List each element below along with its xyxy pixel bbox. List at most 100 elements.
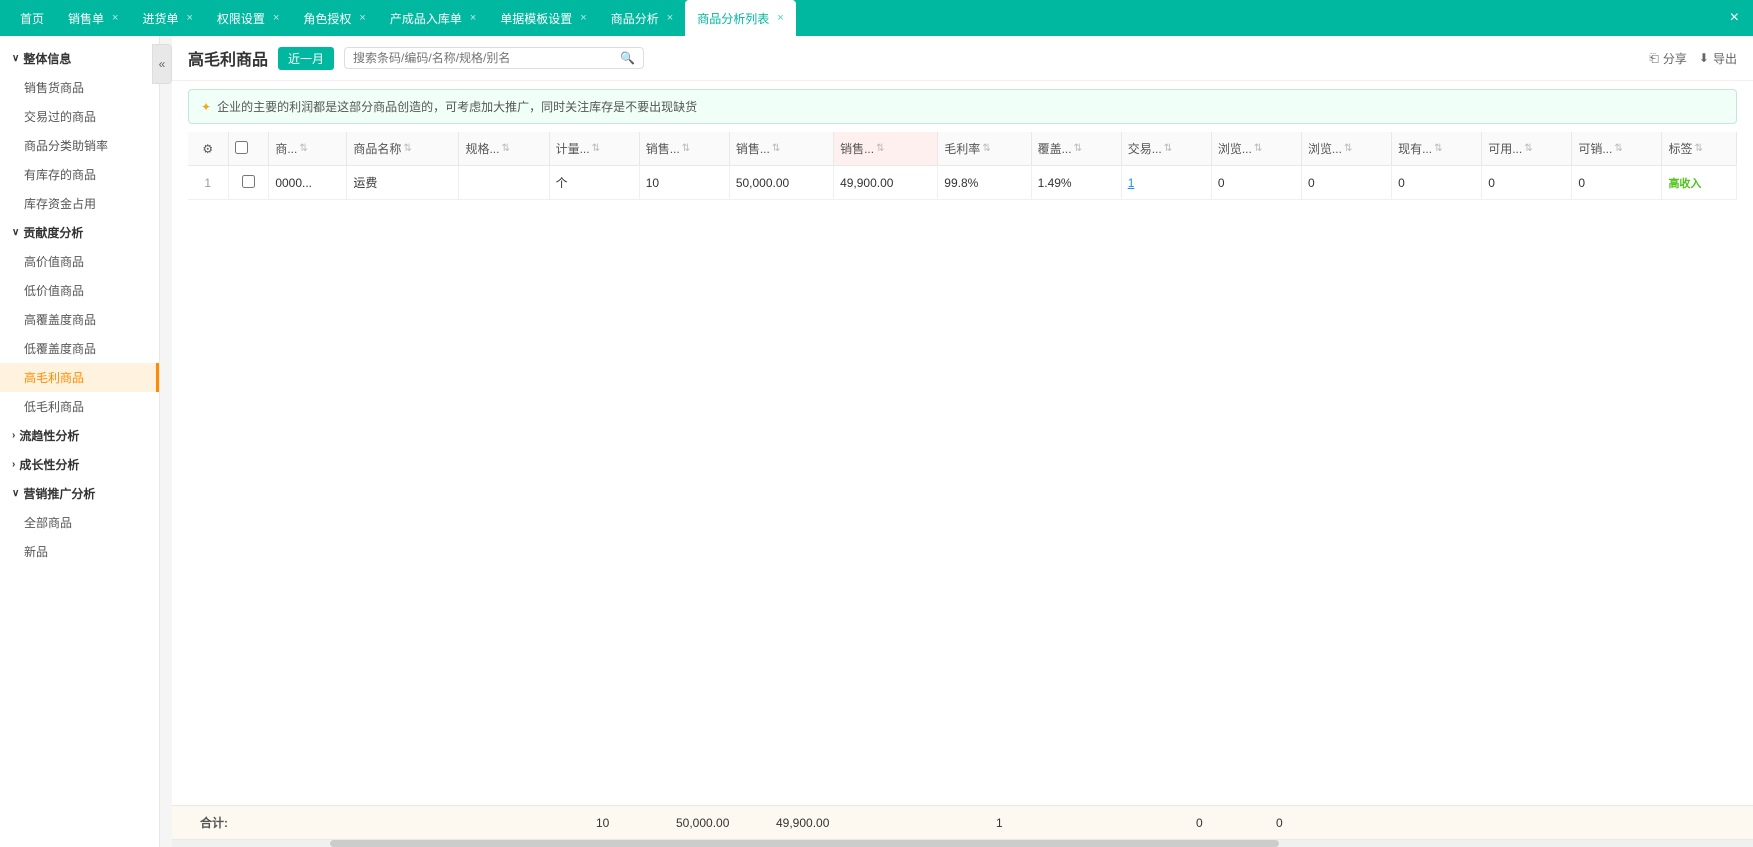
sort-icon-view2: ⇅ xyxy=(1344,143,1352,154)
footer-trade: 1 xyxy=(990,816,1070,830)
data-table: ⚙ 商... ⇅ 商品名称 xyxy=(188,132,1737,200)
top-navigation: 首页 销售单 × 进货单 × 权限设置 × 角色授权 × 产成品入库单 × 单据… xyxy=(0,0,1753,36)
sidebar-group-contribution[interactable]: ∨ 贡献度分析 xyxy=(0,218,159,247)
info-icon: ✦ xyxy=(201,100,211,114)
col-sellable[interactable]: 可销... ⇅ xyxy=(1572,132,1662,166)
col-sales-qty[interactable]: 销售... ⇅ xyxy=(639,132,729,166)
col-sales-amt[interactable]: 销售... ⇅ xyxy=(729,132,833,166)
nav-home[interactable]: 首页 xyxy=(8,0,56,36)
cell-name: 运费 xyxy=(347,166,459,200)
export-button[interactable]: ⬇ 导出 xyxy=(1699,50,1737,67)
sidebar-item-all-goods[interactable]: 全部商品 xyxy=(0,508,159,537)
nav-template-settings[interactable]: 单据模板设置 × xyxy=(488,0,598,36)
scroll-thumb[interactable] xyxy=(330,840,1279,847)
cell-view2: 0 xyxy=(1301,166,1391,200)
col-spec[interactable]: 规格... ⇅ xyxy=(459,132,549,166)
nav-close-role-auth[interactable]: × xyxy=(359,12,365,24)
sidebar-item-high-margin[interactable]: 高毛利商品 xyxy=(0,363,159,392)
cell-index: 1 xyxy=(188,166,228,200)
col-coverage[interactable]: 覆盖... ⇅ xyxy=(1031,132,1121,166)
sidebar-item-stock-capital[interactable]: 库存资金占用 xyxy=(0,189,159,218)
nav-purchase-order[interactable]: 进货单 × xyxy=(130,0,204,36)
sort-icon-current-stock: ⇅ xyxy=(1434,143,1442,154)
settings-icon[interactable]: ⚙ xyxy=(202,142,213,156)
sidebar-item-category-sales-rate[interactable]: 商品分类助销率 xyxy=(0,131,159,160)
cell-sellable: 0 xyxy=(1572,166,1662,200)
cell-spec xyxy=(459,166,549,200)
col-name[interactable]: 商品名称 ⇅ xyxy=(347,132,459,166)
cell-checkbox[interactable] xyxy=(228,166,269,200)
share-icon: ⎗ xyxy=(1649,51,1659,66)
cell-tag: 高收入 xyxy=(1662,166,1737,200)
nav-close-sales-order[interactable]: × xyxy=(112,12,118,24)
main-layout: ∨ 整体信息 销售货商品 交易过的商品 商品分类助销率 有库存的商品 库存资金占… xyxy=(0,36,1753,847)
col-view1[interactable]: 浏览... ⇅ xyxy=(1211,132,1301,166)
search-input[interactable] xyxy=(353,51,614,65)
sort-icon-sales-amt: ⇅ xyxy=(772,143,780,154)
cell-sales-qty: 10 xyxy=(639,166,729,200)
col-gross-margin[interactable]: 毛利率 ⇅ xyxy=(938,132,1031,166)
sort-icon-unit: ⇅ xyxy=(592,143,600,154)
footer-available: 0 xyxy=(1270,816,1350,830)
search-box: 🔍 xyxy=(344,47,644,69)
nav-close-purchase-order[interactable]: × xyxy=(186,12,192,24)
nav-product-analysis-list[interactable]: 商品分析列表 × xyxy=(685,0,795,36)
nav-close-product-analysis[interactable]: × xyxy=(667,12,673,24)
cell-unit: 个 xyxy=(549,166,639,200)
sidebar-group-overall[interactable]: ∨ 整体信息 xyxy=(0,44,159,73)
nav-permission-settings[interactable]: 权限设置 × xyxy=(205,0,291,36)
sort-icon-gross-margin: ⇅ xyxy=(982,143,990,154)
sidebar-group-trend[interactable]: › 流趋性分析 xyxy=(0,421,159,450)
row-checkbox[interactable] xyxy=(242,175,255,188)
share-button[interactable]: ⎗ 分享 xyxy=(1649,50,1687,67)
col-tag[interactable]: 标签 ⇅ xyxy=(1662,132,1737,166)
col-view2[interactable]: 浏览... ⇅ xyxy=(1301,132,1391,166)
footer-sales-qty: 10 xyxy=(590,816,670,830)
sidebar-group-marketing[interactable]: ∨ 营销推广分析 xyxy=(0,479,159,508)
nav-sales-order[interactable]: 销售单 × xyxy=(56,0,130,36)
select-all-checkbox[interactable] xyxy=(235,141,248,154)
page-title: 高毛利商品 xyxy=(188,46,268,70)
sidebar-item-high-value[interactable]: 高价值商品 xyxy=(0,247,159,276)
nav-close-template[interactable]: × xyxy=(580,12,586,24)
sort-icon-code: ⇅ xyxy=(299,143,307,154)
sidebar-item-new-goods[interactable]: 新品 xyxy=(0,537,159,566)
nav-role-auth[interactable]: 角色授权 × xyxy=(291,0,377,36)
col-unit[interactable]: 计量... ⇅ xyxy=(549,132,639,166)
sort-icon-sellable: ⇅ xyxy=(1614,143,1622,154)
col-trade[interactable]: 交易... ⇅ xyxy=(1121,132,1211,166)
footer-current-stock: 0 xyxy=(1190,816,1270,830)
horizontal-scrollbar[interactable] xyxy=(172,839,1753,847)
sidebar-item-low-coverage[interactable]: 低覆盖度商品 xyxy=(0,334,159,363)
sidebar-item-high-coverage[interactable]: 高覆盖度商品 xyxy=(0,305,159,334)
cell-current-stock: 0 xyxy=(1392,166,1482,200)
sidebar-item-traded-goods[interactable]: 交易过的商品 xyxy=(0,102,159,131)
nav-close-permission[interactable]: × xyxy=(273,12,279,24)
col-sales-profit[interactable]: 销售... ⇅ xyxy=(834,132,938,166)
sort-icon-sales-profit: ⇅ xyxy=(876,143,884,154)
window-close-button[interactable]: × xyxy=(1724,7,1745,29)
period-button[interactable]: 近一月 xyxy=(278,47,334,70)
sidebar-collapse-button[interactable]: « xyxy=(152,44,172,84)
sidebar-item-low-value[interactable]: 低价值商品 xyxy=(0,276,159,305)
sidebar-item-low-margin[interactable]: 低毛利商品 xyxy=(0,392,159,421)
sort-icon-sales-qty: ⇅ xyxy=(682,143,690,154)
nav-close-product-analysis-list[interactable]: × xyxy=(777,12,783,24)
table-row: 1 0000... 运费 个 10 50,000.00 49,900.00 99… xyxy=(188,166,1737,200)
sort-icon-spec: ⇅ xyxy=(501,143,509,154)
sidebar-item-sales-goods[interactable]: 销售货商品 xyxy=(0,73,159,102)
nav-close-product-inbound[interactable]: × xyxy=(470,12,476,24)
col-available[interactable]: 可用... ⇅ xyxy=(1482,132,1572,166)
col-code[interactable]: 商... ⇅ xyxy=(269,132,347,166)
nav-product-analysis[interactable]: 商品分析 × xyxy=(599,0,685,36)
sidebar-group-growth[interactable]: › 成长性分析 xyxy=(0,450,159,479)
col-current-stock[interactable]: 现有... ⇅ xyxy=(1392,132,1482,166)
table-container: ⚙ 商... ⇅ 商品名称 xyxy=(172,132,1753,805)
search-icon[interactable]: 🔍 xyxy=(620,51,635,65)
footer-sales-profit: 49,900.00 xyxy=(770,816,870,830)
sidebar-item-in-stock-goods[interactable]: 有库存的商品 xyxy=(0,160,159,189)
content-header: 高毛利商品 近一月 🔍 ⎗ 分享 ⬇ 导出 xyxy=(172,36,1753,81)
nav-product-inbound[interactable]: 产成品入库单 × xyxy=(378,0,488,36)
sort-icon-view1: ⇅ xyxy=(1254,143,1262,154)
arrow-icon-trend: › xyxy=(12,430,15,441)
